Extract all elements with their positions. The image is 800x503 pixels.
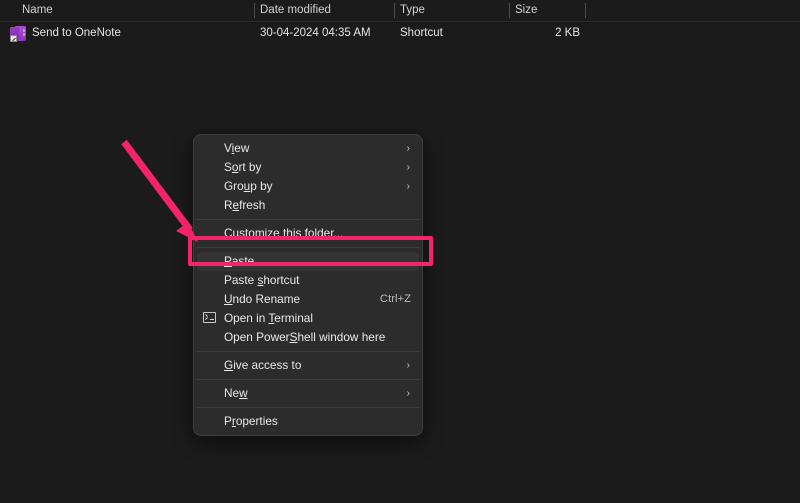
column-divider[interactable] <box>509 3 510 18</box>
menu-item-properties[interactable]: Properties <box>194 412 422 431</box>
menu-item-paste[interactable]: Paste <box>197 252 419 271</box>
column-divider[interactable] <box>394 3 395 18</box>
onenote-shortcut-icon <box>10 26 26 42</box>
cell-name: Send to OneNote <box>32 22 121 45</box>
terminal-icon <box>203 312 216 323</box>
menu-item-shortcut: Ctrl+Z <box>380 290 411 309</box>
chevron-right-icon: › <box>407 356 410 375</box>
file-list-view: Name Date modified Type Size Send to One… <box>0 0 800 52</box>
menu-item-label: Paste shortcut <box>224 273 299 287</box>
menu-separator <box>196 407 420 408</box>
column-header-row: Name Date modified Type Size <box>0 0 800 21</box>
menu-separator <box>196 219 420 220</box>
chevron-right-icon: › <box>407 177 410 196</box>
chevron-right-icon: › <box>407 158 410 177</box>
menu-item-open-powershell-window-here[interactable]: Open PowerShell window here <box>194 328 422 347</box>
menu-item-label: Paste <box>224 254 254 268</box>
menu-item-group-by[interactable]: Group by › <box>194 177 422 196</box>
column-divider[interactable] <box>585 3 586 18</box>
menu-item-refresh[interactable]: Refresh <box>194 196 422 215</box>
menu-item-label: Group by <box>224 179 273 193</box>
chevron-right-icon: › <box>407 384 410 403</box>
menu-item-customize-this-folder[interactable]: Customize this folder... <box>194 224 422 243</box>
menu-item-label: Open in Terminal <box>224 311 313 325</box>
menu-item-label: Sort by <box>224 160 261 174</box>
menu-item-label: Open PowerShell window here <box>224 330 385 344</box>
column-divider[interactable] <box>254 3 255 18</box>
menu-item-label: Undo Rename <box>224 292 300 306</box>
chevron-right-icon: › <box>407 139 410 158</box>
column-header-type[interactable]: Type <box>400 0 425 21</box>
table-row[interactable]: Send to OneNote 30-04-2024 04:35 AM Shor… <box>0 22 800 45</box>
menu-item-view[interactable]: View › <box>194 139 422 158</box>
menu-item-label: New <box>224 386 248 400</box>
menu-item-undo-rename[interactable]: Undo Rename Ctrl+Z <box>194 290 422 309</box>
menu-item-give-access-to[interactable]: Give access to › <box>194 356 422 375</box>
column-header-size[interactable]: Size <box>515 0 537 21</box>
menu-item-open-in-terminal[interactable]: Open in Terminal <box>194 309 422 328</box>
column-header-name[interactable]: Name <box>22 0 53 21</box>
menu-separator <box>196 351 420 352</box>
menu-item-label: View <box>224 141 249 155</box>
menu-item-sort-by[interactable]: Sort by › <box>194 158 422 177</box>
column-header-date-modified[interactable]: Date modified <box>260 0 331 21</box>
cell-type: Shortcut <box>400 22 443 45</box>
menu-item-label: Give access to <box>224 358 301 372</box>
menu-item-label: Refresh <box>224 198 265 212</box>
menu-item-new[interactable]: New › <box>194 384 422 403</box>
cell-date-modified: 30-04-2024 04:35 AM <box>260 22 371 45</box>
cell-size: 2 KB <box>500 22 580 45</box>
menu-separator <box>196 247 420 248</box>
menu-item-paste-shortcut[interactable]: Paste shortcut <box>194 271 422 290</box>
menu-item-label: Customize this folder... <box>224 226 343 240</box>
menu-separator <box>196 379 420 380</box>
context-menu[interactable]: View › Sort by › Group by › Refresh Customize t… <box>193 134 423 436</box>
menu-item-label: Properties <box>224 414 278 428</box>
